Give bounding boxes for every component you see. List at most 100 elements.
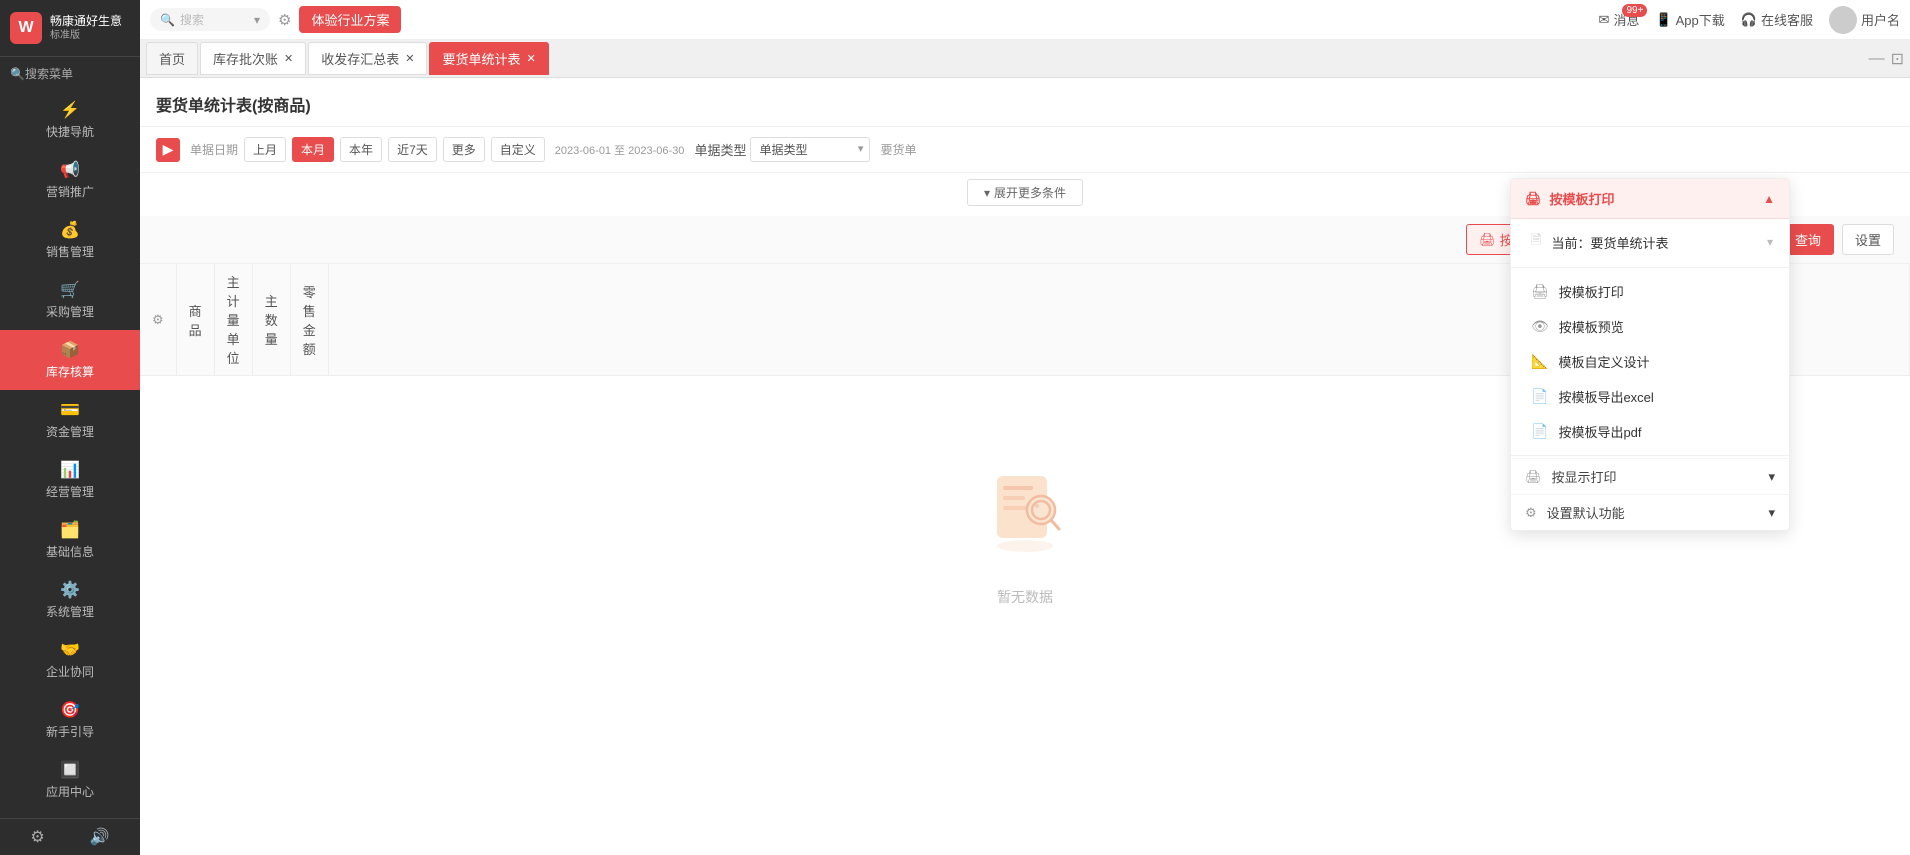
sidebar-item-corp[interactable]: 🤝 企业协同 [0, 630, 140, 690]
tab-receipt-summary[interactable]: 收发存汇总表 ✕ [308, 42, 427, 75]
user-avatar[interactable]: 用户名 [1829, 6, 1900, 34]
sidebar-item-wechat[interactable]: 💬企业微信 [0, 810, 140, 818]
finance-icon: 💳 [60, 400, 80, 420]
tab-batch-account[interactable]: 库存批次账 ✕ [200, 42, 306, 75]
display-print-item[interactable]: 🖨 按显示打印 ▾ [1511, 458, 1789, 494]
col-goods: 商品 [176, 264, 214, 376]
dropdown-current-section: 🗎 当前：要货单统计表 ▾ [1511, 219, 1789, 265]
topbar-right: ✉ 消息 99+ 📱 App下载 🎧 在线客服 用户名 [1599, 6, 1900, 34]
dropdown-item-template-preview[interactable]: 👁 按模板预览 [1511, 309, 1789, 344]
sidebar-item-business[interactable]: 📊经营管理 [0, 450, 140, 510]
sidebar-item-apps[interactable]: 🔲应用中心 [0, 750, 140, 810]
inventory-icon: 📦 [60, 340, 80, 360]
app-download-button[interactable]: 📱 App下载 [1655, 10, 1724, 29]
dropdown-divider-2 [1511, 455, 1789, 456]
messages-button[interactable]: ✉ 消息 99+ [1599, 10, 1640, 29]
topbar-gear-icon[interactable]: ⚙ [278, 11, 291, 29]
bill-type-filter: 单据类型 单据类型 ▾ [694, 137, 870, 162]
last-month-btn[interactable]: 上月 [244, 137, 286, 162]
sidebar-item-guide[interactable]: 🎯新手引导 [0, 690, 140, 750]
sidebar-item-basic[interactable]: 🗂️基础信息 [0, 510, 140, 570]
sidebar: W 畅康通好生意 标准版 🔍 搜索菜单 ⚡快捷导航📢营销推广💰销售管理🛒采购管理… [0, 0, 140, 855]
current-arrow-icon: ▾ [1767, 235, 1773, 249]
trial-button[interactable]: 体验行业方案 [299, 6, 401, 33]
export-excel-label: 按模板导出excel [1558, 387, 1653, 406]
export-pdf-label: 按模板导出pdf [1558, 422, 1641, 441]
purchase-icon: 🛒 [60, 280, 80, 300]
logo-text: 畅康通好生意 标准版 [50, 14, 122, 43]
settings-button[interactable]: 设置 [1842, 224, 1894, 255]
custom-date-btn[interactable]: 自定义 [491, 137, 545, 162]
last-7-days-btn[interactable]: 近7天 [388, 137, 437, 162]
dropdown-item-template-print[interactable]: 🖨 按模板打印 [1511, 274, 1789, 309]
sidebar-item-inventory[interactable]: 📦库存核算 [0, 330, 140, 390]
dropdown-current-item[interactable]: 🗎 当前：要货单统计表 ▾ [1511, 223, 1789, 261]
topbar-search-box[interactable]: 🔍 搜索 ▾ [150, 8, 270, 31]
marketing-label: 营销推广 [46, 183, 94, 200]
set-default-item[interactable]: ⚙ 设置默认功能 ▾ [1511, 494, 1789, 530]
tab-order-stats[interactable]: 要货单统计表 ✕ [429, 42, 548, 75]
yh-label-group: 要货单 [880, 141, 916, 158]
set-default-arrow: ▾ [1768, 505, 1775, 521]
tab-minimize-button[interactable]: — [1869, 49, 1885, 69]
sidebar-item-marketing[interactable]: 📢 营销推广 [0, 150, 140, 210]
purchase-label: 采购管理 [46, 303, 94, 320]
system-icon: ⚙️ [60, 580, 80, 600]
tab-maximize-button[interactable]: ⊡ [1891, 49, 1904, 69]
sidebar-nav: ⚡快捷导航 📢 营销推广 💰销售管理 🛒 采购管理 📦库存核算 💳 资金管理 📊经营管理🗂️基础信… [0, 90, 140, 818]
template-print-icon: 🖨 [1531, 283, 1549, 300]
order-stats-tab-label: 要货单统计表 [442, 49, 520, 68]
expand-more-icon: ▾ [984, 186, 990, 200]
template-preview-icon: 👁 [1531, 318, 1549, 335]
bill-type-select[interactable]: 单据类型 ▾ [750, 137, 870, 162]
col-qty: 主数量 [252, 264, 290, 376]
dropdown-header[interactable]: 🖨 按模板打印 ▲ [1511, 179, 1789, 219]
search-icon: 🔍 [10, 67, 25, 81]
template-preview-label: 按模板预览 [1559, 317, 1624, 336]
marketing-icon: 📢 [60, 160, 80, 180]
sidebar-item-purchase[interactable]: 🛒 采购管理 [0, 270, 140, 330]
dropdown-item-export-excel[interactable]: 📄 按模板导出excel [1511, 379, 1789, 414]
dropdown-divider-1 [1511, 267, 1789, 268]
sidebar-item-system[interactable]: ⚙️ 系统管理 [0, 570, 140, 630]
phone-icon: 📱 [1655, 12, 1671, 28]
settings-bottom-icon[interactable]: ⚙ [30, 827, 44, 847]
corp-label: 企业协同 [46, 663, 94, 680]
table-settings-icon[interactable]: ⚙ [152, 312, 164, 327]
more-date-btn[interactable]: 更多 [443, 137, 485, 162]
export-excel-icon: 📄 [1531, 388, 1548, 405]
order-stats-close-icon[interactable]: ✕ [527, 52, 536, 65]
apps-icon: 🔲 [60, 760, 80, 780]
dropdown-item-template-design[interactable]: 📐模板自定义设计 [1511, 344, 1789, 379]
sidebar-item-quick-nav[interactable]: ⚡快捷导航 [0, 90, 140, 150]
online-service-button[interactable]: 🎧 在线客服 [1741, 10, 1813, 29]
sidebar-bottom: ⚙ 🔊 [0, 818, 140, 855]
topbar-search-icon: 🔍 [160, 13, 175, 27]
tab-home[interactable]: 首页 [146, 42, 198, 75]
sidebar-item-sales[interactable]: 💰销售管理 [0, 210, 140, 270]
topbar-dropdown-icon: ▾ [254, 13, 260, 27]
batch-account-tab-label: 库存批次账 [213, 49, 278, 68]
sidebar-item-finance[interactable]: 💳 资金管理 [0, 390, 140, 450]
col-settings[interactable]: ⚙ [140, 264, 176, 376]
receipt-summary-close-icon[interactable]: ✕ [405, 52, 414, 65]
batch-account-close-icon[interactable]: ✕ [284, 52, 293, 65]
bill-type-label: 单据类型 [694, 140, 746, 159]
finance-label: 资金管理 [46, 423, 94, 440]
date-filter-label: 单据日期 [190, 141, 238, 158]
col-amount: 零售金额 [290, 264, 328, 376]
template-print-label: 按模板打印 [1559, 282, 1624, 301]
main-area: 🔍 搜索 ▾ ⚙ 体验行业方案 ✉ 消息 99+ 📱 App下载 🎧 在线客服 … [140, 0, 1910, 855]
system-label: 系统管理 [46, 603, 94, 620]
this-year-btn[interactable]: 本年 [340, 137, 382, 162]
expand-filter-button[interactable]: ▶ [156, 138, 180, 162]
sales-icon: 💰 [60, 220, 80, 240]
dropdown-item-export-pdf[interactable]: 📄按模板导出pdf [1511, 414, 1789, 449]
sound-bottom-icon[interactable]: 🔊 [90, 827, 110, 847]
corp-icon: 🤝 [60, 640, 80, 660]
headset-icon: 🎧 [1741, 12, 1757, 28]
this-month-btn[interactable]: 本月 [292, 137, 334, 162]
date-range-display: 2023-06-01 至 2023-06-30 [555, 142, 685, 158]
sidebar-search[interactable]: 🔍 搜索菜单 [0, 57, 140, 90]
expand-more-button[interactable]: ▾ 展开更多条件 [967, 179, 1083, 206]
